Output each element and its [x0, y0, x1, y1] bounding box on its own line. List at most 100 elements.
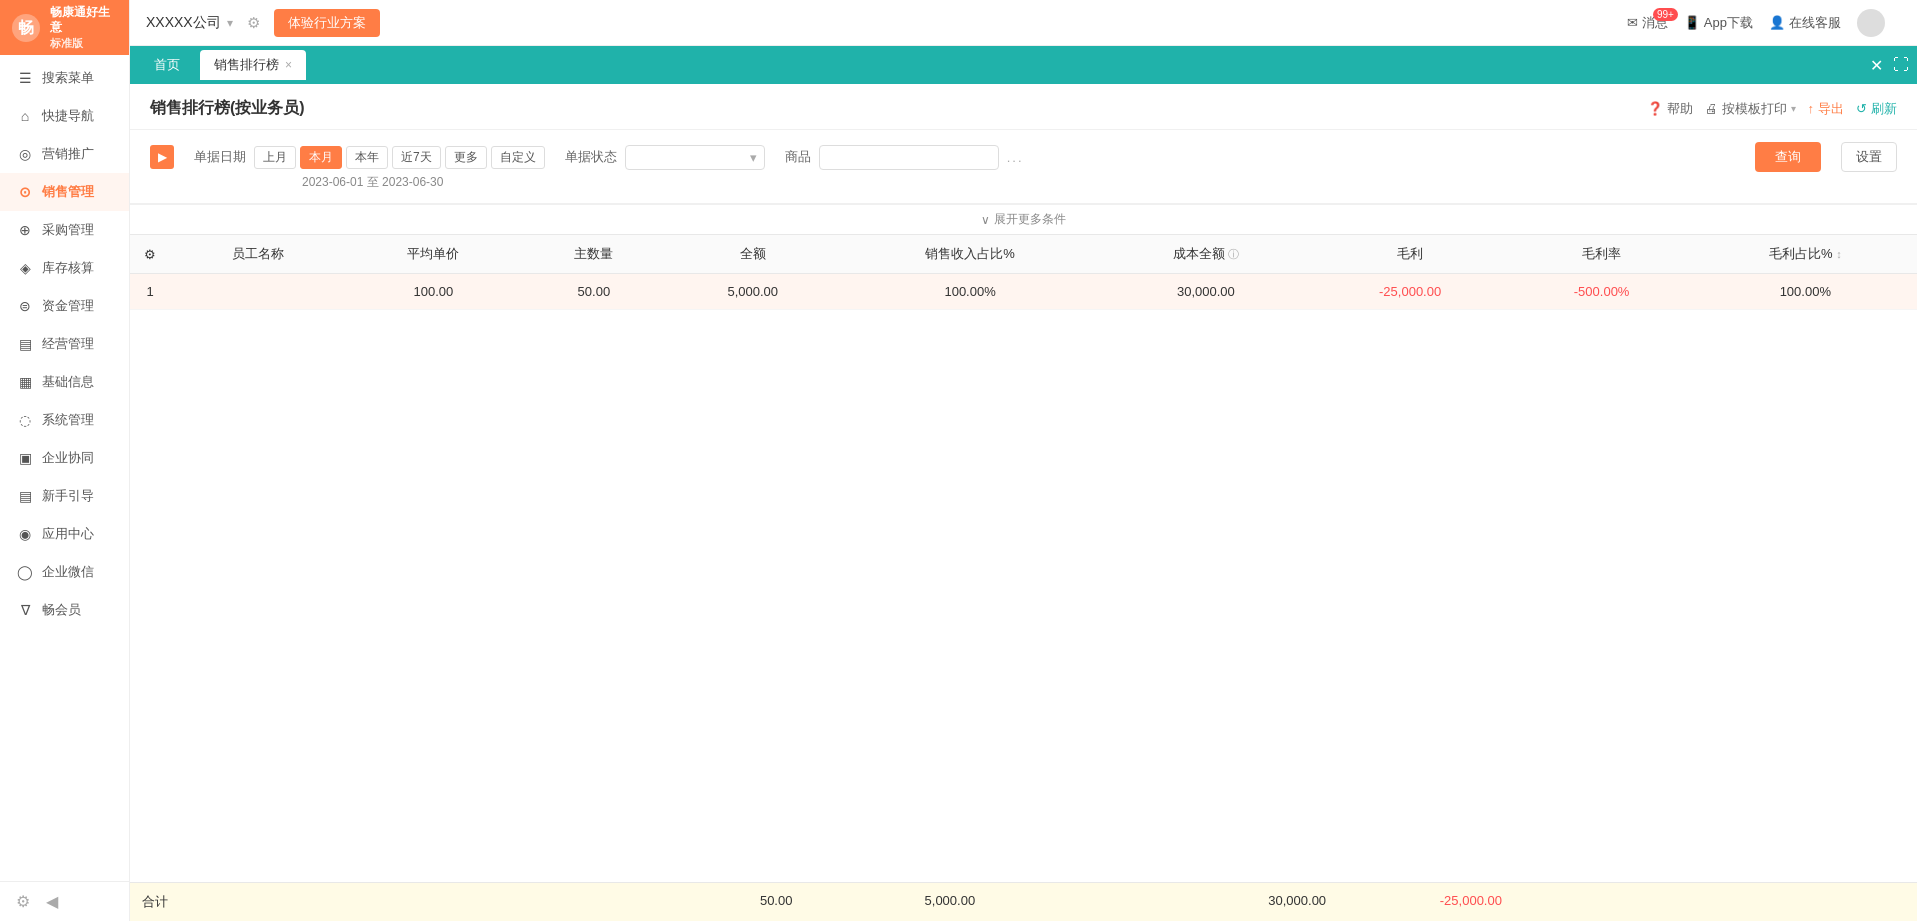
sidebar-collapse-icon[interactable]: ◀	[46, 892, 58, 911]
window-maximize-icon[interactable]: ⛶	[1893, 56, 1909, 75]
date-btn-7days[interactable]: 近7天	[392, 146, 441, 169]
print-button[interactable]: 🖨 按模板打印 ▾	[1705, 100, 1796, 118]
sidebar-item-wechat-label: 企业微信	[42, 563, 94, 581]
settings-col-icon[interactable]: ⚙	[144, 247, 156, 262]
sidebar-item-finance[interactable]: ⊜ 资金管理	[0, 287, 129, 325]
window-close-icon[interactable]: ✕	[1870, 56, 1883, 75]
status-select-wrapper	[625, 145, 765, 170]
trial-button[interactable]: 体验行业方案	[274, 9, 380, 37]
settings-button[interactable]: 设置	[1841, 142, 1897, 172]
footer-name	[342, 893, 516, 911]
sidebar-item-operations[interactable]: ▤ 经营管理	[0, 325, 129, 363]
sidebar-item-basic-info-label: 基础信息	[42, 373, 94, 391]
date-filter-group: 单据日期 上月 本月 本年 近7天 更多 自定义	[194, 146, 545, 169]
date-btn-this-month[interactable]: 本月	[300, 146, 342, 169]
product-filter-group: 商品 ...	[785, 145, 1024, 170]
cell-quantity: 50.00	[521, 274, 667, 310]
col-quantity-header: 主数量	[521, 235, 667, 274]
sidebar-item-member-label: 畅会员	[42, 601, 81, 619]
tab-home[interactable]: 首页	[138, 46, 196, 84]
date-range-display: 2023-06-01 至 2023-06-30	[302, 175, 443, 189]
sidebar-bottom: ⚙ ◀	[0, 881, 129, 921]
sidebar-item-quick-nav[interactable]: ⌂ 快捷导航	[0, 97, 129, 135]
cell-rank: 1	[130, 274, 170, 310]
tab-sales-rank[interactable]: 销售排行榜 ×	[200, 50, 306, 80]
home-icon: ⌂	[16, 108, 34, 124]
status-filter-label: 单据状态	[565, 148, 617, 166]
wechat-icon: ◯	[16, 564, 34, 580]
sidebar-item-purchase[interactable]: ⊕ 采购管理	[0, 211, 129, 249]
refresh-button[interactable]: ↺ 刷新	[1856, 100, 1897, 118]
filter-more-dots[interactable]: ...	[1007, 150, 1024, 165]
sidebar-item-search[interactable]: ☰ 搜索菜单	[0, 59, 129, 97]
date-btn-this-year[interactable]: 本年	[346, 146, 388, 169]
col-avg-price-header: 平均单价	[346, 235, 522, 274]
footer-gross-pct	[1731, 893, 1905, 911]
date-btn-custom[interactable]: 自定义	[491, 146, 545, 169]
footer-sales-pct	[1037, 893, 1211, 911]
sidebar-item-wechat[interactable]: ◯ 企业微信	[0, 553, 129, 591]
footer-label: 合计	[142, 893, 342, 911]
sidebar-item-sales-label: 销售管理	[42, 183, 94, 201]
date-btn-more[interactable]: 更多	[445, 146, 487, 169]
page-title: 销售排行榜(按业务员)	[150, 98, 305, 119]
sidebar: 畅 畅康通好生意 标准版 ☰ 搜索菜单 ⌂ 快捷导航 ◎ 营销推广 ⊙ 销售管理…	[0, 0, 130, 921]
message-icon: ✉	[1627, 15, 1638, 30]
inventory-icon: ◈	[16, 260, 34, 276]
sidebar-item-marketing[interactable]: ◎ 营销推广	[0, 135, 129, 173]
company-chevron-icon: ▾	[227, 16, 233, 30]
cell-gross-rate: -500.00%	[1510, 274, 1694, 310]
sidebar-item-newbie[interactable]: ▤ 新手引导	[0, 477, 129, 515]
date-btn-last-month[interactable]: 上月	[254, 146, 296, 169]
service-label: 在线客服	[1789, 14, 1841, 32]
sidebar-item-member[interactable]: ∇ 畅会员	[0, 591, 129, 629]
sidebar-item-operations-label: 经营管理	[42, 335, 94, 353]
sidebar-item-app-center-label: 应用中心	[42, 525, 94, 543]
query-button[interactable]: 查询	[1755, 142, 1821, 172]
avatar[interactable]	[1857, 9, 1885, 37]
refresh-label: 刷新	[1871, 100, 1897, 118]
filter-area: ▶ 单据日期 上月 本月 本年 近7天 更多 自定义	[130, 130, 1917, 204]
app-download-button[interactable]: 📱 App下载	[1684, 14, 1753, 32]
sidebar-item-enterprise-label: 企业协同	[42, 449, 94, 467]
sidebar-item-system[interactable]: ◌ 系统管理	[0, 401, 129, 439]
message-button[interactable]: ✉ 消息 99+	[1627, 14, 1668, 32]
sidebar-item-inventory[interactable]: ◈ 库存核算	[0, 249, 129, 287]
marketing-icon: ◎	[16, 146, 34, 162]
app-name: 畅康通好生意	[50, 5, 119, 36]
col-amount-header: 全额	[667, 235, 839, 274]
service-icon: 👤	[1769, 15, 1785, 30]
sidebar-item-app-center[interactable]: ◉ 应用中心	[0, 515, 129, 553]
sidebar-item-basic-info[interactable]: ▦ 基础信息	[0, 363, 129, 401]
finance-icon: ⊜	[16, 298, 34, 314]
cell-cost: 30,000.00	[1101, 274, 1310, 310]
sidebar-item-marketing-label: 营销推广	[42, 145, 94, 163]
filter-row: ▶ 单据日期 上月 本月 本年 近7天 更多 自定义	[150, 142, 1897, 172]
settings-gear-icon[interactable]: ⚙	[247, 14, 260, 32]
expand-more-label: 展开更多条件	[994, 211, 1066, 228]
product-search-input[interactable]	[819, 145, 999, 170]
company-selector[interactable]: XXXXX公司 ▾	[146, 14, 233, 32]
product-filter-label: 商品	[785, 148, 811, 166]
cost-info-icon[interactable]: ⓘ	[1228, 248, 1239, 260]
sidebar-item-sales[interactable]: ⊙ 销售管理	[0, 173, 129, 211]
print-label: 按模板打印	[1722, 100, 1787, 118]
gross-pct-info-icon[interactable]: ↕	[1836, 248, 1842, 260]
export-label: 导出	[1818, 100, 1844, 118]
cell-sales-pct: 100.00%	[839, 274, 1101, 310]
help-button[interactable]: ❓ 帮助	[1647, 100, 1693, 118]
newbie-icon: ▤	[16, 488, 34, 504]
expand-more-button[interactable]: ∨ 展开更多条件	[130, 204, 1917, 234]
sidebar-item-quick-nav-label: 快捷导航	[42, 107, 94, 125]
filter-collapse-button[interactable]: ▶	[150, 145, 174, 169]
sidebar-nav: ☰ 搜索菜单 ⌂ 快捷导航 ◎ 营销推广 ⊙ 销售管理 ⊕ 采购管理 ◈ 库存核…	[0, 55, 129, 881]
export-button[interactable]: ↑ 导出	[1808, 100, 1845, 118]
online-service-button[interactable]: 👤 在线客服	[1769, 14, 1841, 32]
sidebar-item-enterprise[interactable]: ▣ 企业协同	[0, 439, 129, 477]
tab-close-icon[interactable]: ×	[285, 58, 292, 72]
tabbar-right: ✕ ⛶	[1870, 56, 1909, 75]
table-container: ⚙ 员工名称 平均单价 主数量	[130, 234, 1917, 882]
sidebar-settings-icon[interactable]: ⚙	[16, 892, 30, 911]
status-select[interactable]	[625, 145, 765, 170]
topbar: XXXXX公司 ▾ ⚙ 体验行业方案 ✉ 消息 99+ 📱 App下载 👤 在线…	[130, 0, 1917, 46]
